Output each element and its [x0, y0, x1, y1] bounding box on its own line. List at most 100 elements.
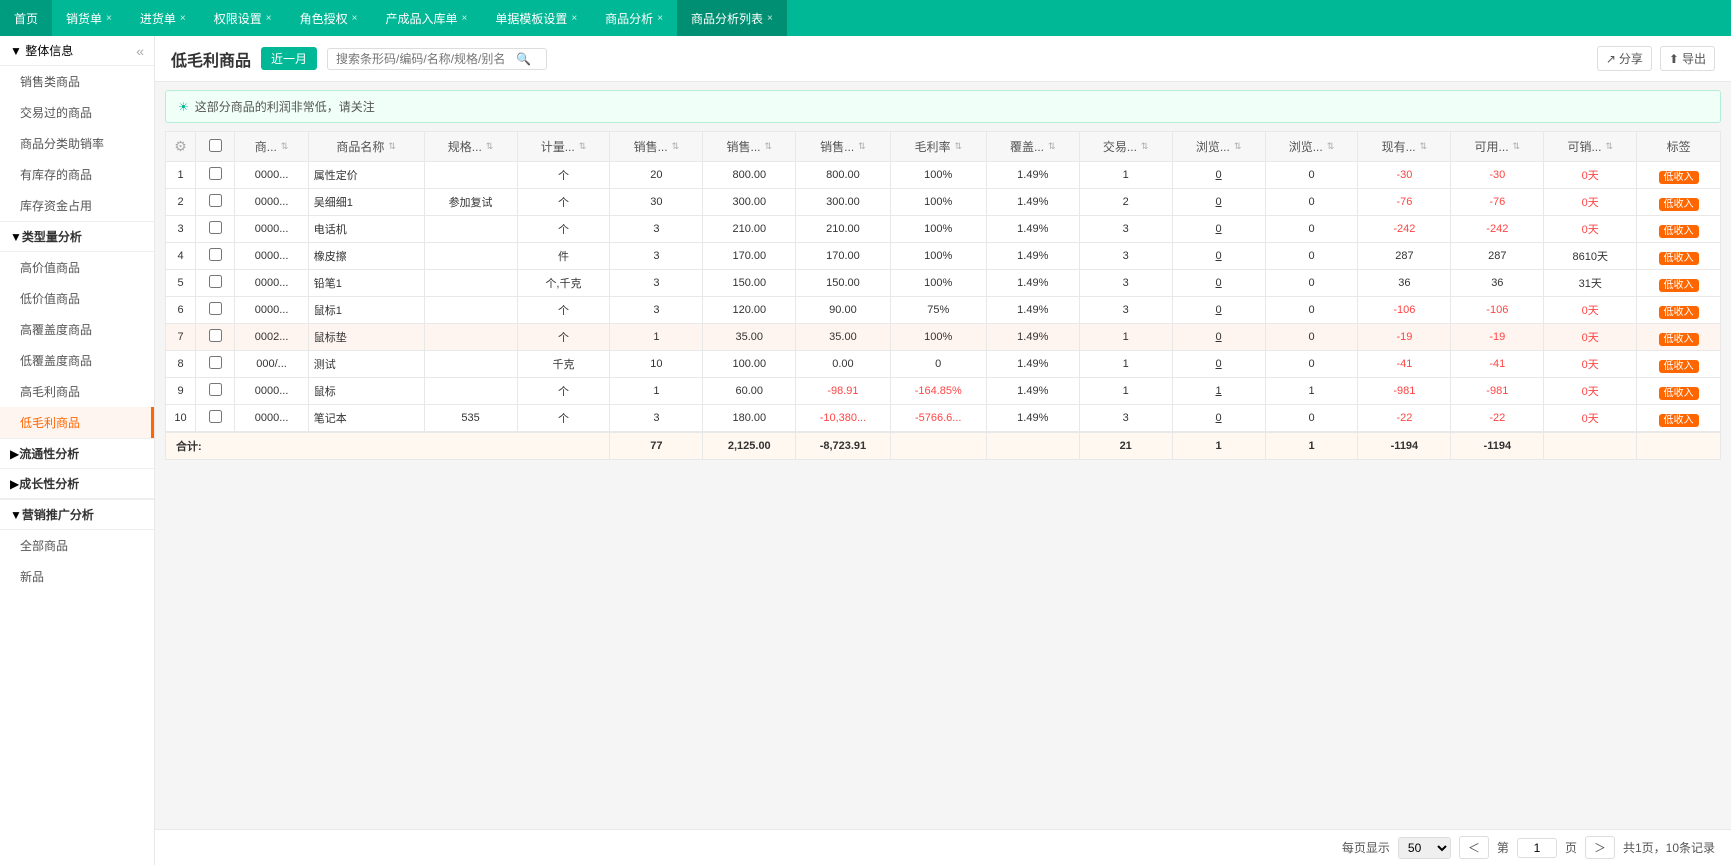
- sort-icon[interactable]: ⇅: [672, 141, 680, 152]
- row-name: 鼠标1: [308, 297, 424, 324]
- search-input[interactable]: [336, 52, 516, 66]
- row-margin-rate: 1.49%: [986, 216, 1079, 243]
- table-container: ⚙ 商...⇅ 商品名称⇅ 规格...⇅ 计量...⇅ 销售...⇅ 销售...…: [155, 131, 1731, 829]
- sidebar-item-all-products[interactable]: 全部商品: [0, 530, 154, 561]
- row-select-checkbox[interactable]: [209, 329, 222, 342]
- row-select-checkbox[interactable]: [209, 356, 222, 369]
- row-stock-cur: -19: [1358, 324, 1451, 351]
- sort-icon[interactable]: ⇅: [1605, 141, 1613, 152]
- row-browse-link[interactable]: 0: [1172, 405, 1265, 433]
- row-select-checkbox[interactable]: [209, 302, 222, 315]
- sort-icon[interactable]: ⇅: [1327, 141, 1335, 152]
- close-icon[interactable]: ×: [767, 13, 773, 24]
- row-select-checkbox[interactable]: [209, 194, 222, 207]
- search-icon[interactable]: 🔍: [516, 52, 531, 66]
- row-browse-link[interactable]: 0: [1172, 324, 1265, 351]
- nav-product-analysis-list[interactable]: 商品分析列表 ×: [677, 0, 787, 36]
- filter-recent-month-button[interactable]: 近一月: [261, 47, 317, 70]
- row-browse-link[interactable]: 0: [1172, 243, 1265, 270]
- row-qty: 3: [610, 405, 703, 433]
- row-select-checkbox[interactable]: [209, 383, 222, 396]
- sort-icon[interactable]: ⇅: [1141, 141, 1149, 152]
- sort-icon[interactable]: ⇅: [1234, 141, 1242, 152]
- row-checkbox: [196, 243, 235, 270]
- sort-icon[interactable]: ⇅: [1420, 141, 1428, 152]
- th-settings: ⚙: [166, 132, 196, 162]
- row-select-checkbox[interactable]: [209, 275, 222, 288]
- sort-icon[interactable]: ⇅: [765, 141, 773, 152]
- share-button[interactable]: ↗ 分享: [1597, 46, 1652, 71]
- sidebar-group-header-overall: ▼ 整体信息: [10, 42, 73, 59]
- row-browse-link[interactable]: 0: [1172, 189, 1265, 216]
- nav-purchase-order[interactable]: 进货单 ×: [126, 0, 200, 36]
- row-gross-rate: 100%: [890, 189, 986, 216]
- row-unit: 个: [517, 378, 610, 405]
- sort-icon[interactable]: ⇅: [579, 141, 587, 152]
- row-sale-amt: 800.00: [796, 162, 890, 189]
- row-select-checkbox[interactable]: [209, 410, 222, 423]
- sort-icon[interactable]: ⇅: [388, 141, 396, 152]
- sidebar-item-high-margin[interactable]: 高毛利商品: [0, 376, 154, 407]
- row-select-checkbox[interactable]: [209, 248, 222, 261]
- row-trade-count: 3: [1079, 270, 1172, 297]
- row-select-checkbox[interactable]: [209, 167, 222, 180]
- close-icon[interactable]: ×: [571, 13, 577, 24]
- row-gross-rate: 100%: [890, 324, 986, 351]
- export-button[interactable]: ⬆ 导出: [1660, 46, 1715, 71]
- nav-product-warehouse[interactable]: 产成品入库单 ×: [371, 0, 481, 36]
- sidebar-item-sales-products[interactable]: 销售类商品: [0, 66, 154, 97]
- sidebar-item-traded-products[interactable]: 交易过的商品: [0, 97, 154, 128]
- sidebar-item-low-value[interactable]: 低价值商品: [0, 283, 154, 314]
- row-margin-rate: 1.49%: [986, 405, 1079, 433]
- nav-sales-order[interactable]: 销货单 ×: [52, 0, 126, 36]
- gear-icon[interactable]: ⚙: [174, 138, 187, 154]
- nav-role-auth[interactable]: 角色授权 ×: [286, 0, 372, 36]
- sidebar-item-high-value[interactable]: 高价值商品: [0, 252, 154, 283]
- close-icon[interactable]: ×: [180, 13, 186, 24]
- sidebar-collapse-button[interactable]: «: [136, 43, 144, 59]
- row-trade-count: 1: [1079, 378, 1172, 405]
- sidebar-item-capital-usage[interactable]: 库存资金占用: [0, 190, 154, 221]
- prev-page-button[interactable]: ＜: [1459, 836, 1489, 859]
- row-price: 210.00: [703, 216, 796, 243]
- sidebar-item-low-margin[interactable]: 低毛利商品: [0, 407, 154, 438]
- next-page-button[interactable]: ＞: [1585, 836, 1615, 859]
- sidebar-item-high-coverage[interactable]: 高覆盖度商品: [0, 314, 154, 345]
- row-browse-link[interactable]: 0: [1172, 162, 1265, 189]
- total-gross-rate: [890, 432, 986, 460]
- sort-icon[interactable]: ⇅: [281, 141, 289, 152]
- row-browse-link[interactable]: 0: [1172, 270, 1265, 297]
- row-spec: [424, 270, 517, 297]
- row-browse-link[interactable]: 0: [1172, 216, 1265, 243]
- nav-template-settings[interactable]: 单据模板设置 ×: [481, 0, 591, 36]
- select-all-checkbox[interactable]: [209, 139, 222, 152]
- close-icon[interactable]: ×: [352, 13, 358, 24]
- nav-home[interactable]: 首页: [0, 0, 52, 36]
- sidebar-item-new-products[interactable]: 新品: [0, 561, 154, 592]
- sidebar-item-category-sales-rate[interactable]: 商品分类助销率: [0, 128, 154, 159]
- sidebar-item-low-coverage[interactable]: 低覆盖度商品: [0, 345, 154, 376]
- page-size-select[interactable]: 50 100: [1398, 837, 1451, 859]
- close-icon[interactable]: ×: [657, 13, 663, 24]
- row-spec: [424, 243, 517, 270]
- row-browse-link[interactable]: 1: [1172, 378, 1265, 405]
- sidebar-item-in-stock[interactable]: 有库存的商品: [0, 159, 154, 190]
- row-select-checkbox[interactable]: [209, 221, 222, 234]
- close-icon[interactable]: ×: [106, 13, 112, 24]
- total-browse-cnt: 1: [1265, 432, 1358, 460]
- sort-icon[interactable]: ⇅: [858, 141, 866, 152]
- row-browse-link[interactable]: 0: [1172, 297, 1265, 324]
- th-stock-avail: 可用...⇅: [1451, 132, 1544, 162]
- nav-product-analysis[interactable]: 商品分析 ×: [591, 0, 677, 36]
- row-code: 0000...: [235, 378, 308, 405]
- sort-icon[interactable]: ⇅: [1048, 141, 1056, 152]
- sort-icon[interactable]: ⇅: [954, 141, 962, 152]
- close-icon[interactable]: ×: [461, 13, 467, 24]
- sort-icon[interactable]: ⇅: [486, 141, 494, 152]
- close-icon[interactable]: ×: [266, 13, 272, 24]
- row-browse-link[interactable]: 0: [1172, 351, 1265, 378]
- page-number-input[interactable]: [1517, 838, 1557, 858]
- nav-permissions[interactable]: 权限设置 ×: [200, 0, 286, 36]
- row-sale-amt: 90.00: [796, 297, 890, 324]
- sort-icon[interactable]: ⇅: [1513, 141, 1521, 152]
